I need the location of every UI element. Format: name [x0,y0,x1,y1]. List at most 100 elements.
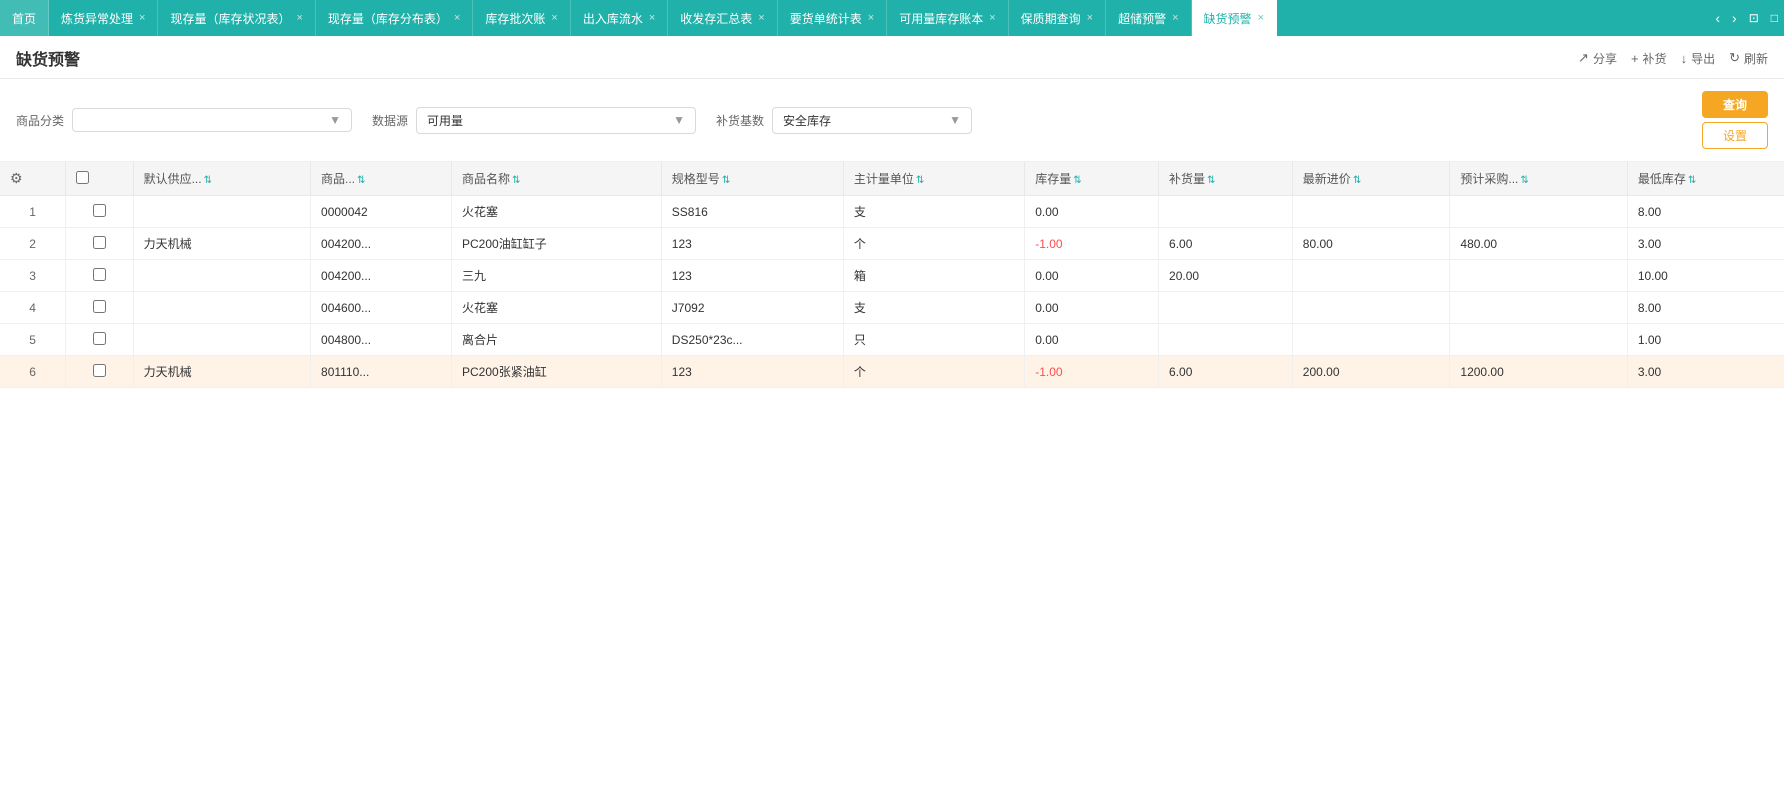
row-est-purchase [1450,292,1627,324]
row-num: 3 [0,260,66,292]
share-button[interactable]: ↗ 分享 [1578,50,1617,67]
tab-label: 要货单统计表 [790,10,862,27]
row-min-stock: 8.00 [1627,292,1784,324]
tab-close-refine-exception[interactable]: × [139,12,145,24]
tab-inventory-dist[interactable]: 现存量（库存分布表） × [316,0,473,36]
row-latest-price [1292,324,1450,356]
datasource-filter-group: 数据源 可用量 ▼ [372,107,696,134]
datasource-label: 数据源 [372,112,408,129]
sort-icon-latest_price: ⇅ [1353,175,1361,186]
query-button[interactable]: 查询 [1702,91,1768,118]
tab-inventory-status[interactable]: 现存量（库存状况表）× [158,0,315,36]
row-product-name: 火花塞 [452,196,662,228]
tab-close-expiry-query[interactable]: × [1087,12,1093,24]
col-header-product_name[interactable]: 商品名称⇅ [452,162,662,196]
replenish-basis-value: 安全库存 [783,112,831,129]
header-actions: ↗ 分享 + 补货 ↓ 导出 ↻ 刷新 [1578,50,1768,67]
col-header-stock_qty[interactable]: 库存量⇅ [1025,162,1159,196]
col-header-latest_price[interactable]: 最新进价⇅ [1292,162,1450,196]
tab-home[interactable]: 首页 [0,0,49,36]
row-replenish [1159,196,1293,228]
row-spec: DS250*23c... [661,324,843,356]
col-header-default_supplier[interactable]: 默认供应...⇅ [133,162,310,196]
replenish-button[interactable]: + 补货 [1631,50,1667,67]
row-checkbox[interactable] [93,268,106,281]
tab-close-inout-flow[interactable]: × [649,12,655,24]
sort-icon-spec: ⇅ [722,175,730,186]
row-est-purchase: 1200.00 [1450,356,1627,388]
row-unit: 支 [843,292,1024,324]
row-product-name: 火花塞 [452,292,662,324]
tab-close-demand-stat[interactable]: × [868,12,874,24]
row-spec: J7092 [661,292,843,324]
tab-shortage-warning[interactable]: 缺货预警× [1192,0,1277,36]
table-row: 10000042火花塞SS816支0.008.00 [0,196,1784,228]
table-body: 10000042火花塞SS816支0.008.002力天机械004200...P… [0,196,1784,388]
row-stock: -1.00 [1025,228,1159,260]
tab-maximize-btn[interactable]: □ [1765,11,1784,25]
tab-batch-account[interactable]: 库存批次账 × [473,0,570,36]
tab-restore-btn[interactable]: ⊡ [1743,11,1765,25]
row-checkbox[interactable] [93,236,106,249]
tab-overstock-warning[interactable]: 超储预警 × [1106,0,1191,36]
row-replenish: 20.00 [1159,260,1293,292]
row-checkbox[interactable] [93,332,106,345]
row-checkbox-cell [66,324,133,356]
row-checkbox-cell [66,260,133,292]
tab-inout-flow[interactable]: 出入库流水× [571,0,668,36]
row-latest-price [1292,196,1450,228]
row-checkbox[interactable] [93,364,106,377]
tab-available-ledger[interactable]: 可用量库存账本 × [887,0,1008,36]
row-replenish [1159,292,1293,324]
col-header-unit[interactable]: 主计量单位⇅ [843,162,1024,196]
row-product-code: 004800... [311,324,452,356]
tab-label: 现存量（库存分布表） [328,10,448,27]
row-stock: -1.00 [1025,356,1159,388]
tab-prev-btn[interactable]: ‹ [1709,10,1726,26]
select-all-checkbox[interactable] [76,171,89,184]
col-header-spec[interactable]: 规格型号⇅ [661,162,843,196]
filter-actions: 查询 设置 [1702,91,1768,149]
export-button[interactable]: ↓ 导出 [1681,50,1716,67]
row-checkbox[interactable] [93,204,106,217]
row-supplier: 力天机械 [133,228,310,260]
category-select[interactable]: ▼ [72,108,352,132]
row-spec: 123 [661,356,843,388]
settings-icon[interactable]: ⚙ [10,170,23,186]
tab-close-shortage-warning[interactable]: × [1258,12,1264,24]
row-spec: SS816 [661,196,843,228]
col-header-product_code[interactable]: 商品...⇅ [311,162,452,196]
tab-close-receive-total[interactable]: × [758,12,764,24]
datasource-select[interactable]: 可用量 ▼ [416,107,696,134]
settings-button[interactable]: 设置 [1702,122,1768,149]
tab-refine-exception[interactable]: 炼货异常处理× [49,0,158,36]
row-min-stock: 3.00 [1627,228,1784,260]
tab-expiry-query[interactable]: 保质期查询× [1009,0,1106,36]
datasource-value: 可用量 [427,112,463,129]
tab-close-inventory-dist[interactable]: × [454,12,460,24]
col-header-est_purchase[interactable]: 预计采购...⇅ [1450,162,1627,196]
col-header-replenish_qty[interactable]: 补货量⇅ [1159,162,1293,196]
tab-label: 可用量库存账本 [899,10,983,27]
row-checkbox[interactable] [93,300,106,313]
tab-bar: 首页炼货异常处理×现存量（库存状况表）×现存量（库存分布表）×库存批次账×出入库… [0,0,1784,36]
replenish-basis-select[interactable]: 安全库存 ▼ [772,107,972,134]
tab-demand-stat[interactable]: 要货单统计表 × [778,0,887,36]
row-checkbox-cell [66,228,133,260]
row-unit: 箱 [843,260,1024,292]
replenish-icon: + [1631,51,1639,66]
tab-close-available-ledger[interactable]: × [989,12,995,24]
col-header-min_stock[interactable]: 最低库存⇅ [1627,162,1784,196]
tab-close-overstock-warning[interactable]: × [1172,12,1178,24]
tab-receive-total[interactable]: 收发存汇总表× [668,0,777,36]
tab-close-batch-account[interactable]: × [551,12,557,24]
tab-label: 超储预警 [1118,10,1166,27]
table-row: 2力天机械004200...PC200油缸缸子123个-1.006.0080.0… [0,228,1784,260]
sort-icon-stock_qty: ⇅ [1073,175,1081,186]
tab-label: 库存批次账 [485,10,545,27]
tab-close-inventory-status[interactable]: × [296,12,302,24]
tab-next-btn[interactable]: › [1726,10,1743,26]
row-unit: 个 [843,356,1024,388]
refresh-button[interactable]: ↻ 刷新 [1729,50,1768,67]
page-container: 缺货预警 ↗ 分享 + 补货 ↓ 导出 ↻ 刷新 商品分类 [0,36,1784,796]
